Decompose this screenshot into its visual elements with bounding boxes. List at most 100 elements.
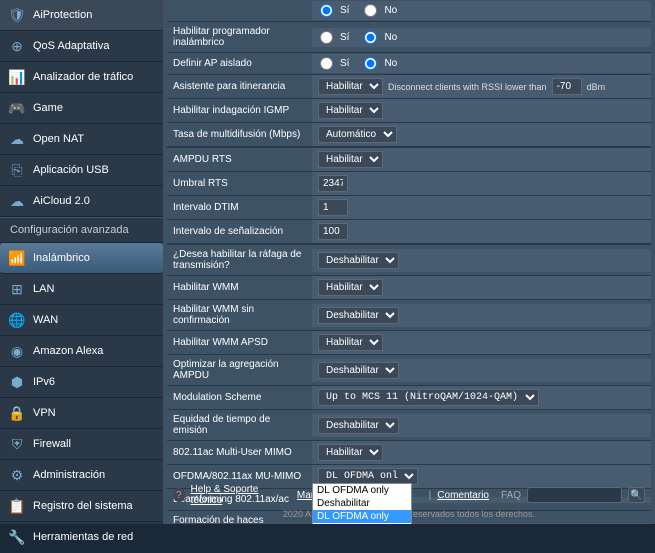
sidebar-item-herramientas-de-red[interactable]: 🔧 Herramientas de red bbox=[0, 522, 163, 553]
beacon-input[interactable] bbox=[318, 223, 348, 240]
row-label: Umbral RTS bbox=[167, 174, 312, 193]
sidebar-label: Open NAT bbox=[33, 133, 84, 145]
sidebar-item-qos-adaptativa[interactable]: ⊕ QoS Adaptativa bbox=[0, 31, 163, 62]
wmm-apsd-select[interactable]: Habilitar bbox=[318, 334, 383, 351]
sidebar-item-game[interactable]: 🎮 Game bbox=[0, 93, 163, 124]
sidebar-item-aplicación-usb[interactable]: ⎘ Aplicación USB bbox=[0, 155, 163, 186]
sidebar-label: Herramientas de red bbox=[33, 531, 133, 543]
sidebar-item-firewall[interactable]: ⛨ Firewall bbox=[0, 429, 163, 460]
sidebar-item-analizador-de-tráfico[interactable]: 📊 Analizador de tráfico bbox=[0, 62, 163, 93]
radio-si[interactable] bbox=[320, 57, 333, 70]
faq-label: FAQ bbox=[501, 490, 521, 501]
sidebar-label: Amazon Alexa bbox=[33, 345, 103, 357]
sidebar-item-lan[interactable]: ⊞ LAN bbox=[0, 274, 163, 305]
row-label: Habilitar WMM bbox=[167, 278, 312, 297]
sidebar-item-administración[interactable]: ⚙ Administración bbox=[0, 460, 163, 491]
row-label: Habilitar WMM APSD bbox=[167, 333, 312, 352]
sidebar-icon: 📶 bbox=[8, 249, 26, 267]
sidebar-icon: 🌐 bbox=[8, 311, 26, 329]
dropdown-option[interactable]: DL OFDMA only bbox=[313, 484, 411, 497]
sidebar-icon: 📊 bbox=[8, 68, 26, 86]
sidebar-label: Game bbox=[33, 102, 63, 114]
sidebar-item-vpn[interactable]: 🔒VPN bbox=[0, 398, 163, 429]
wmm-select[interactable]: Habilitar bbox=[318, 279, 383, 296]
ampdu-opt-select[interactable]: Deshabilitar bbox=[318, 362, 399, 379]
sidebar-icon: 🛡 bbox=[8, 6, 26, 24]
sidebar-icon: 🎮 bbox=[8, 99, 26, 117]
row-label: Optimizar la agregación AMPDU bbox=[167, 355, 312, 385]
feedback-link[interactable]: Comentario bbox=[437, 490, 489, 501]
wmm-noack-select[interactable]: Deshabilitar bbox=[318, 307, 399, 324]
row-label: AMPDU RTS bbox=[167, 150, 312, 169]
sidebar-icon: ⊞ bbox=[8, 280, 26, 298]
row-label: Tasa de multidifusión (Mbps) bbox=[167, 125, 312, 144]
row-label: Habilitar indagación IGMP bbox=[167, 101, 312, 120]
sidebar-label: AiCloud 2.0 bbox=[33, 195, 90, 207]
sidebar-item-open-nat[interactable]: ☁Open NAT bbox=[0, 124, 163, 155]
sidebar-label: Inalámbrico bbox=[33, 252, 90, 264]
sidebar-icon: ◉ bbox=[8, 342, 26, 360]
sidebar-label: Firewall bbox=[33, 438, 71, 450]
faq-search-input[interactable] bbox=[527, 487, 622, 503]
sidebar-section-header: Configuración avanzada bbox=[0, 217, 163, 243]
row-label: ¿Desea habilitar la ráfaga de transmisió… bbox=[167, 245, 312, 275]
sidebar-icon: 📋 bbox=[8, 497, 26, 515]
mumimo-select[interactable]: Habilitar bbox=[318, 444, 383, 461]
help-link[interactable]: Help & Soporte técnico bbox=[191, 484, 275, 506]
sidebar-item-registro-del-sistema[interactable]: 📋 Registro del sistema bbox=[0, 491, 163, 522]
sidebar-icon: ⊕ bbox=[8, 37, 26, 55]
search-button[interactable]: 🔍 bbox=[628, 487, 645, 503]
sidebar-item-ipv6[interactable]: ⬢ IPv6 bbox=[0, 367, 163, 398]
sidebar-icon: ⬢ bbox=[8, 373, 26, 391]
igmp-select[interactable]: Habilitar bbox=[318, 102, 383, 119]
row-label: Habilitar programador inalámbrico bbox=[167, 22, 312, 52]
row-label: Definir AP aislado bbox=[167, 54, 312, 73]
ofdma-dropdown-list[interactable]: DL OFDMA onlyDeshabilitarDL OFDMA onlyDL… bbox=[312, 483, 412, 524]
sidebar-label: LAN bbox=[33, 283, 54, 295]
airtime-select[interactable]: Deshabilitar bbox=[318, 417, 399, 434]
dtim-input[interactable] bbox=[318, 199, 348, 216]
sidebar-item-aiprotection[interactable]: 🛡 AiProtection bbox=[0, 0, 163, 31]
sidebar-icon: ⎘ bbox=[8, 161, 26, 179]
sidebar-item-amazon-alexa[interactable]: ◉ Amazon Alexa bbox=[0, 336, 163, 367]
row-label: 802.11ac Multi-User MIMO bbox=[167, 443, 312, 462]
sidebar-label: Registro del sistema bbox=[33, 500, 133, 512]
sidebar-label: WAN bbox=[33, 314, 58, 326]
multicast-select[interactable]: Automático bbox=[318, 126, 397, 143]
sidebar-item-aicloud-2.0[interactable]: ☁ AiCloud 2.0 bbox=[0, 186, 163, 217]
sidebar-label: AiProtection bbox=[33, 9, 92, 21]
sidebar-icon: ⚙ bbox=[8, 466, 26, 484]
row-label bbox=[167, 7, 312, 15]
row-label: Habilitar WMM sin confirmación bbox=[167, 300, 312, 330]
search-icon: 🔍 bbox=[630, 490, 642, 501]
radio-si[interactable] bbox=[320, 31, 333, 44]
dropdown-option[interactable]: DL OFDMA only bbox=[313, 510, 411, 523]
sidebar: 🛡 AiProtection ⊕ QoS Adaptativa 📊 Analizador … bbox=[0, 0, 163, 524]
radio-no[interactable] bbox=[364, 4, 377, 17]
sidebar-label: Analizador de tráfico bbox=[33, 71, 133, 83]
row-label: Intervalo de señalización bbox=[167, 222, 312, 241]
radio-si[interactable] bbox=[320, 4, 333, 17]
sidebar-label: QoS Adaptativa bbox=[33, 40, 109, 52]
sidebar-icon: 🔧 bbox=[8, 528, 26, 546]
help-icon: ? bbox=[173, 488, 185, 502]
sidebar-label: Administración bbox=[33, 469, 105, 481]
txburst-select[interactable]: Deshabilitar bbox=[318, 252, 399, 269]
sidebar-item-wan[interactable]: 🌐 WAN bbox=[0, 305, 163, 336]
radio-no[interactable] bbox=[364, 57, 377, 70]
modulation-select[interactable]: Up to MCS 11 (NitroQAM/1024-QAM) bbox=[318, 389, 539, 406]
sidebar-item-inalámbrico[interactable]: 📶 Inalámbrico bbox=[0, 243, 163, 274]
rssi-input[interactable] bbox=[552, 78, 582, 95]
sidebar-icon: ☁ bbox=[8, 192, 26, 210]
roaming-select[interactable]: Habilitar bbox=[318, 78, 383, 95]
ampdu-rts-select[interactable]: Habilitar bbox=[318, 151, 383, 168]
dropdown-option[interactable]: Deshabilitar bbox=[313, 497, 411, 510]
sidebar-icon: 🔒 bbox=[8, 404, 26, 422]
row-label: Modulation Scheme bbox=[167, 388, 312, 407]
radio-no[interactable] bbox=[364, 31, 377, 44]
sidebar-label: IPv6 bbox=[33, 376, 55, 388]
sidebar-label: Aplicación USB bbox=[33, 164, 109, 176]
row-label: Intervalo DTIM bbox=[167, 198, 312, 217]
rts-threshold-input[interactable] bbox=[318, 175, 348, 192]
sidebar-icon: ⛨ bbox=[8, 435, 26, 453]
